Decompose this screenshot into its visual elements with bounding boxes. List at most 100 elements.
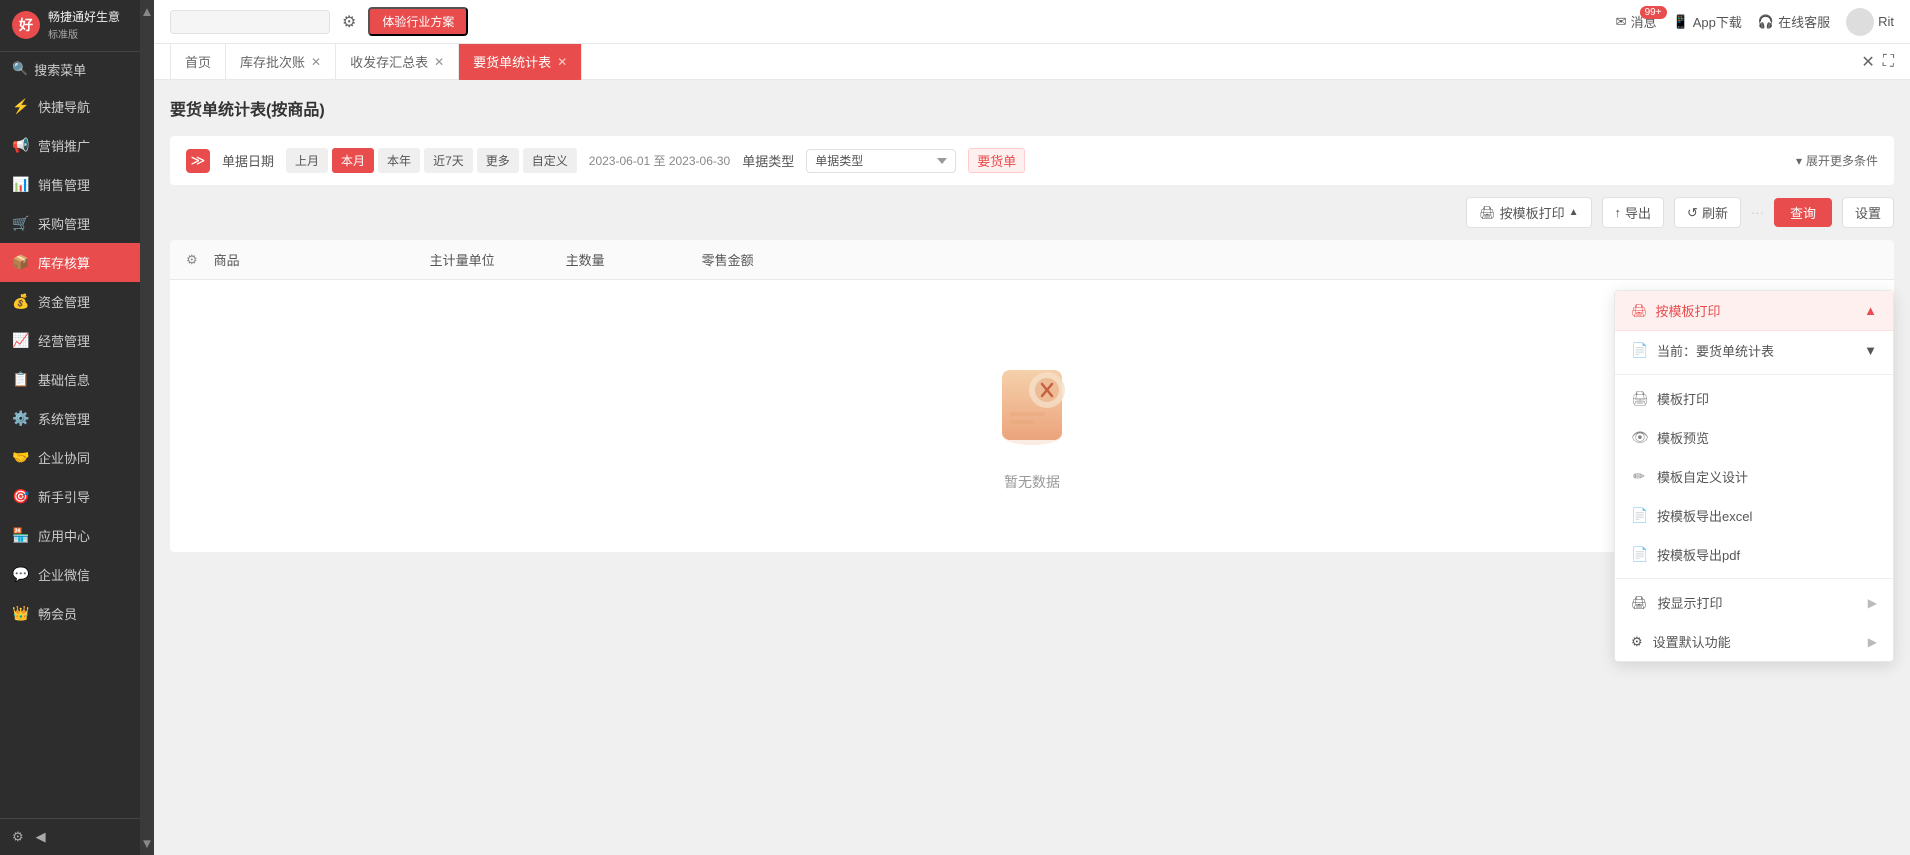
date-current-month[interactable]: 本月 xyxy=(332,148,374,173)
collapse-icon[interactable]: ◀ xyxy=(36,829,46,845)
filter-expand-btn[interactable]: ≫ xyxy=(186,149,210,173)
sidebar-item-basic[interactable]: 📋 基础信息 xyxy=(0,360,140,399)
export-pdf-icon: 📄 xyxy=(1631,546,1647,563)
print-btn[interactable]: 🖨 按模板打印 ▲ xyxy=(1466,197,1591,228)
sidebar-item-marketing[interactable]: 📢 营销推广 xyxy=(0,126,140,165)
user-avatar[interactable]: Rit xyxy=(1846,8,1894,36)
empty-illustration xyxy=(972,340,1092,460)
sidebar-item-label: 应用中心 xyxy=(38,526,90,545)
export-btn-label: 导出 xyxy=(1625,203,1651,222)
dropdown-export-excel[interactable]: 📄 按模板导出excel xyxy=(1615,496,1893,535)
sidebar-item-purchase[interactable]: 🛒 采购管理 xyxy=(0,204,140,243)
sidebar-item-system[interactable]: ⚙️ 系统管理 xyxy=(0,399,140,438)
dropdown-display-print[interactable]: 🖨 按显示打印 ▶ xyxy=(1615,583,1893,622)
sidebar-item-guide[interactable]: 🎯 新手引导 xyxy=(0,477,140,516)
sidebar-item-inventory[interactable]: 📦 库存核算 xyxy=(0,243,140,282)
sidebar-item-label: 采购管理 xyxy=(38,214,90,233)
scroll-up-btn[interactable]: ▲ xyxy=(140,4,154,19)
messages-btn[interactable]: ✉ 消息 99+ xyxy=(1616,12,1657,31)
date-prev-month[interactable]: 上月 xyxy=(286,148,328,173)
template-print-label: 模板打印 xyxy=(1657,389,1709,408)
default-func-label: 设置默认功能 xyxy=(1653,632,1731,651)
sidebar-item-finance[interactable]: 💰 资金管理 xyxy=(0,282,140,321)
template-print-icon: 🖨 xyxy=(1631,390,1647,407)
tab-requisition-stats[interactable]: 要货单统计表 ✕ xyxy=(459,44,582,80)
online-service-btn[interactable]: 🎧 在线客服 xyxy=(1758,12,1830,31)
sidebar-item-collab[interactable]: 🤝 企业协同 xyxy=(0,438,140,477)
refresh-icon: ↺ xyxy=(1687,205,1698,221)
tab-home[interactable]: 首页 xyxy=(170,44,226,80)
sidebar-item-label: 企业协同 xyxy=(38,448,90,467)
tab-requisition-stats-close[interactable]: ✕ xyxy=(557,55,567,69)
finance-icon: 💰 xyxy=(12,293,30,310)
table-col-amount: 零售金额 xyxy=(702,250,822,269)
default-func-left: ⚙ 设置默认功能 xyxy=(1631,632,1731,651)
topbar: ⚙ 体验行业方案 ✉ 消息 99+ 📱 App下载 🎧 在线客服 Rit xyxy=(154,0,1910,44)
dropdown-header: 🖨 按模板打印 ▲ xyxy=(1615,291,1893,331)
settings-btn[interactable]: 设置 xyxy=(1842,197,1894,228)
date-last-7-days[interactable]: 近7天 xyxy=(424,148,473,173)
search-menu-label: 搜索菜单 xyxy=(34,60,86,79)
template-preview-icon: 👁 xyxy=(1631,429,1647,446)
tab-receipt-summary-label: 收发存汇总表 xyxy=(350,52,428,71)
tab-inventory-batch-close[interactable]: ✕ xyxy=(311,55,321,69)
refresh-btn[interactable]: ↺ 刷新 xyxy=(1674,197,1741,228)
page-title: 要货单统计表(按商品) xyxy=(170,96,1894,120)
guide-icon: 🎯 xyxy=(12,488,30,505)
search-menu-btn[interactable]: 🔍 搜索菜单 xyxy=(0,52,140,87)
tab-receipt-summary-close[interactable]: ✕ xyxy=(434,55,444,69)
expand-more-label: 展开更多条件 xyxy=(1806,152,1878,169)
headset-icon: 🎧 xyxy=(1758,14,1774,30)
dropdown-template-print[interactable]: 🖨 模板打印 xyxy=(1615,379,1893,418)
date-this-year[interactable]: 本年 xyxy=(378,148,420,173)
tab-inventory-batch-label: 库存批次账 xyxy=(240,52,305,71)
sidebar: 好 畅捷通好生意 标准版 🔍 搜索菜单 ⚡ 快捷导航 📢 营销推广 📊 销售管理… xyxy=(0,0,140,855)
dropdown-template-custom[interactable]: ✏ 模板自定义设计 xyxy=(1615,457,1893,496)
sidebar-scrollbar: ▲ ▼ xyxy=(140,0,154,855)
promo-button[interactable]: 体验行业方案 xyxy=(368,7,468,36)
export-excel-icon: 📄 xyxy=(1631,507,1647,524)
dropdown-export-pdf[interactable]: 📄 按模板导出pdf xyxy=(1615,535,1893,574)
quick-nav-icon: ⚡ xyxy=(12,98,30,115)
sidebar-item-quick-nav[interactable]: ⚡ 快捷导航 xyxy=(0,87,140,126)
window-close-btn[interactable]: ✕ xyxy=(1861,52,1874,72)
settings-icon[interactable]: ⚙ xyxy=(12,829,24,845)
default-func-icon: ⚙ xyxy=(1631,634,1643,650)
export-icon: ↑ xyxy=(1615,205,1622,220)
table-col-gear-icon[interactable]: ⚙ xyxy=(186,252,198,268)
sidebar-item-wechat[interactable]: 💬 企业微信 xyxy=(0,555,140,594)
avatar-img xyxy=(1846,8,1874,36)
tab-inventory-batch[interactable]: 库存批次账 ✕ xyxy=(226,44,336,80)
sidebar-item-sales[interactable]: 📊 销售管理 xyxy=(0,165,140,204)
date-more[interactable]: 更多 xyxy=(477,148,519,173)
scroll-down-btn[interactable]: ▼ xyxy=(140,836,154,851)
dropdown-header-right: ▲ xyxy=(1864,303,1877,318)
template-custom-icon: ✏ xyxy=(1631,468,1647,485)
dropdown-template-preview[interactable]: 👁 模板预览 xyxy=(1615,418,1893,457)
app-download-label: App下载 xyxy=(1693,12,1742,31)
topbar-gear-icon[interactable]: ⚙ xyxy=(342,12,356,32)
sidebar-item-operations[interactable]: 📈 经营管理 xyxy=(0,321,140,360)
app-download-btn[interactable]: 📱 App下载 xyxy=(1673,12,1742,31)
sidebar-item-label: 快捷导航 xyxy=(38,97,90,116)
dropdown-default-func[interactable]: ⚙ 设置默认功能 ▶ xyxy=(1615,622,1893,661)
date-custom[interactable]: 自定义 xyxy=(523,148,577,173)
sidebar-item-appstore[interactable]: 🏪 应用中心 xyxy=(0,516,140,555)
tab-receipt-summary[interactable]: 收发存汇总表 ✕ xyxy=(336,44,459,80)
dropdown-current-template[interactable]: 📄 当前：要货单统计表 ▼ xyxy=(1615,331,1893,370)
doc-type-label: 单据类型 xyxy=(742,151,794,170)
doc-type-select[interactable]: 单据类型 xyxy=(806,149,956,173)
print-btn-label: 按模板打印 xyxy=(1500,203,1565,222)
query-btn[interactable]: 查询 xyxy=(1774,198,1832,227)
sidebar-item-member[interactable]: 👑 畅会员 xyxy=(0,594,140,633)
export-excel-label: 按模板导出excel xyxy=(1657,506,1752,525)
sidebar-logo: 好 畅捷通好生意 标准版 xyxy=(0,0,140,52)
current-template-label: 当前：要货单统计表 xyxy=(1657,341,1774,360)
topbar-search-input[interactable] xyxy=(170,10,330,34)
template-preview-label: 模板预览 xyxy=(1657,428,1709,447)
basic-icon: 📋 xyxy=(12,371,30,388)
export-btn[interactable]: ↑ 导出 xyxy=(1602,197,1665,228)
display-print-chevron: ▶ xyxy=(1868,596,1877,610)
expand-more-btn[interactable]: ▾ 展开更多条件 xyxy=(1796,152,1878,169)
window-maximize-btn[interactable]: ⛶ xyxy=(1883,53,1894,71)
